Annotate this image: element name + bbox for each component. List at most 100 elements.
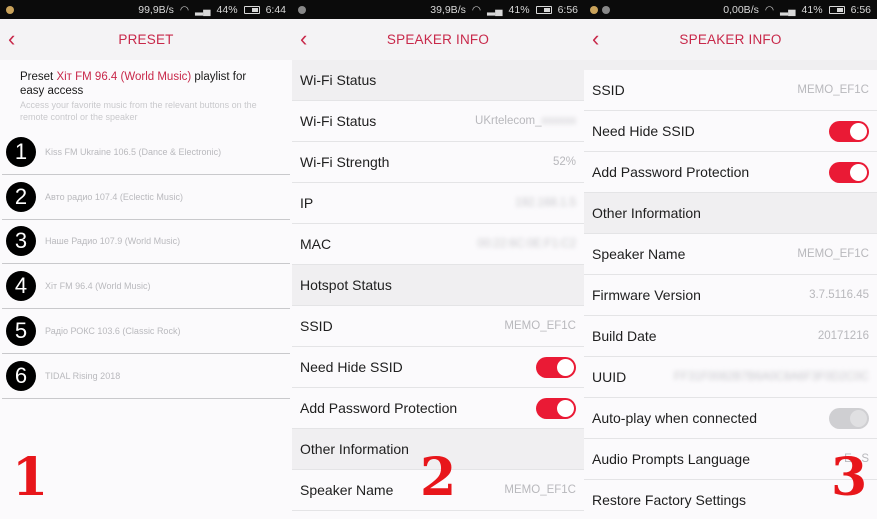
row-label: Speaker Name <box>592 246 686 262</box>
back-chevron-icon[interactable]: ‹ <box>300 27 318 51</box>
row-value: 3.7.5116.45 <box>809 289 869 301</box>
row-speaker-name[interactable]: Speaker Name MEMO_EF1C <box>584 234 877 275</box>
preset-intro: Preset Хіт FM 96.4 (World Music) playlis… <box>0 60 292 123</box>
overlay-number: 3 <box>831 447 868 508</box>
row-label: SSID <box>592 82 625 98</box>
hide-ssid-toggle[interactable] <box>536 356 576 378</box>
preset-item[interactable]: 2 Авто радио 107.4 (Eclectic Music) <box>2 175 290 220</box>
row-value: 20171216 <box>817 330 869 342</box>
row-value: 52% <box>552 156 576 168</box>
row-hide-ssid: Need Hide SSID <box>584 111 877 152</box>
overlay-number: 1 <box>12 447 49 508</box>
section-header-wifi: Wi-Fi Status <box>292 60 584 101</box>
intro-prefix: Preset <box>20 71 57 83</box>
row-value: MEMO_EF1C <box>504 484 576 496</box>
row-value: MEMO_EF1C <box>797 248 869 260</box>
preset-name: Авто радио 107.4 (Eclectic Music) <box>45 191 183 202</box>
back-chevron-icon[interactable]: ‹ <box>592 27 610 51</box>
toggle-knob <box>557 399 574 417</box>
row-value: UKrtelecom_ <box>475 115 542 127</box>
row-label: Wi-Fi Strength <box>300 154 390 170</box>
row-label: Audio Prompts Language <box>592 451 750 467</box>
network-speed: 0,00B/s <box>723 3 759 16</box>
row-value: MEMO_EF1C <box>504 320 576 332</box>
row-label: Need Hide SSID <box>592 123 695 139</box>
app-header: ‹ SPEAKER INFO <box>292 19 584 60</box>
signal-icon: ▂▄ <box>780 3 796 16</box>
row-value: 192.168.1.5 <box>515 197 576 209</box>
row-uuid: UUID FF31F0082B7B6A0C8A6F3F0D2C0C <box>584 357 877 398</box>
hide-ssid-toggle[interactable] <box>829 120 869 142</box>
section-header-hotspot: Hotspot Status <box>292 265 584 306</box>
row-label: Speaker Name <box>300 482 394 498</box>
section-label: Wi-Fi Status <box>300 72 377 88</box>
status-bar: 39,9B/s ◠ ▂▄ 41% 6:56 <box>292 0 584 19</box>
signal-icon: ▂▄ <box>487 3 503 16</box>
row-label: Build Date <box>592 328 657 344</box>
notification-icon <box>590 5 598 14</box>
battery-percent: 41% <box>801 3 823 16</box>
preset-item[interactable]: 4 Хіт FM 96.4 (World Music) <box>2 264 290 310</box>
clock: 6:56 <box>850 3 871 16</box>
row-mac: MAC 00:22:6C:0E:F1:C2 <box>292 224 584 265</box>
row-label: UUID <box>592 369 627 385</box>
password-protection-toggle[interactable] <box>536 397 576 419</box>
current-station: Хіт FM 96.4 (World Music) <box>56 71 192 83</box>
notification-icon <box>602 5 610 14</box>
row-firmware-version: Firmware Version 3.7.5116.45 <box>584 275 877 316</box>
overlay-number: 2 <box>420 447 457 508</box>
signal-icon: ▂▄ <box>195 3 211 16</box>
preset-name: Kiss FM Ukraine 106.5 (Dance & Electroni… <box>45 146 222 157</box>
row-wifi-strength: Wi-Fi Strength 52% <box>292 142 584 183</box>
row-label: SSID <box>300 318 333 334</box>
preset-description: Preset Хіт FM 96.4 (World Music) playlis… <box>20 70 272 98</box>
row-label: Need Hide SSID <box>300 359 403 375</box>
autoplay-toggle[interactable] <box>829 407 869 429</box>
preset-name: Наше Радио 107.9 (World Music) <box>45 236 181 247</box>
password-protection-toggle[interactable] <box>829 161 869 183</box>
page-title: SPEAKER INFO <box>679 32 782 47</box>
preset-name: Хіт FM 96.4 (World Music) <box>45 281 151 292</box>
back-chevron-icon[interactable]: ‹ <box>8 27 26 51</box>
row-value: 00:22:6C:0E:F1:C2 <box>477 238 576 250</box>
notification-icon <box>298 5 306 14</box>
app-header: ‹ PRESET <box>0 19 292 60</box>
clock: 6:44 <box>265 3 286 16</box>
row-label: Auto-play when connected <box>592 410 757 426</box>
preset-number-badge: 1 <box>6 136 36 167</box>
preset-item[interactable]: 5 Радіо РОКС 103.6 (Classic Rock) <box>2 309 290 354</box>
toggle-knob <box>850 122 867 140</box>
toggle-knob <box>850 163 867 181</box>
row-autoplay: Auto-play when connected <box>584 398 877 439</box>
preset-number-badge: 6 <box>6 360 36 391</box>
page-title: PRESET <box>118 32 174 47</box>
app-header: ‹ SPEAKER INFO <box>584 19 877 60</box>
row-label: IP <box>300 195 314 211</box>
preset-hint: Access your favorite music from the rele… <box>20 100 257 122</box>
status-bar: 0,00B/s ◠ ▂▄ 41% 6:56 <box>584 0 877 19</box>
preset-item[interactable]: 1 Kiss FM Ukraine 106.5 (Dance & Electron… <box>2 130 290 175</box>
section-header-other: Other Information <box>584 193 877 234</box>
redacted-value: xxxxxx <box>541 115 577 127</box>
speaker-info-screen-top: 39,9B/s ◠ ▂▄ 41% 6:56 ‹ SPEAKER INFO Wi-… <box>292 0 584 519</box>
preset-number-badge: 2 <box>6 181 36 212</box>
battery-percent: 41% <box>508 3 530 16</box>
wifi-icon: ◠ <box>764 3 775 16</box>
row-hide-ssid: Need Hide SSID <box>292 347 584 388</box>
wifi-icon: ◠ <box>179 3 190 16</box>
scroll-spacer <box>584 60 877 70</box>
battery-icon <box>535 5 552 14</box>
section-label: Hotspot Status <box>300 277 392 293</box>
preset-name: Радіо РОКС 103.6 (Classic Rock) <box>45 326 181 337</box>
toggle-knob <box>850 409 867 427</box>
row-password-protection: Add Password Protection <box>584 152 877 193</box>
preset-item[interactable]: 3 Наше Радио 107.9 (World Music) <box>2 220 290 265</box>
preset-name: TIDAL Rising 2018 <box>45 370 121 381</box>
row-value: FF31F0082B7B6A0C8A6F3F0D2C0C <box>674 371 869 383</box>
row-password-protection: Add Password Protection <box>292 388 584 429</box>
battery-icon <box>828 5 845 14</box>
wifi-icon: ◠ <box>471 3 482 16</box>
row-label: Wi-Fi Status <box>300 113 377 129</box>
preset-item[interactable]: 6 TIDAL Rising 2018 <box>2 354 290 399</box>
row-ssid: SSID MEMO_EF1C <box>292 306 584 347</box>
